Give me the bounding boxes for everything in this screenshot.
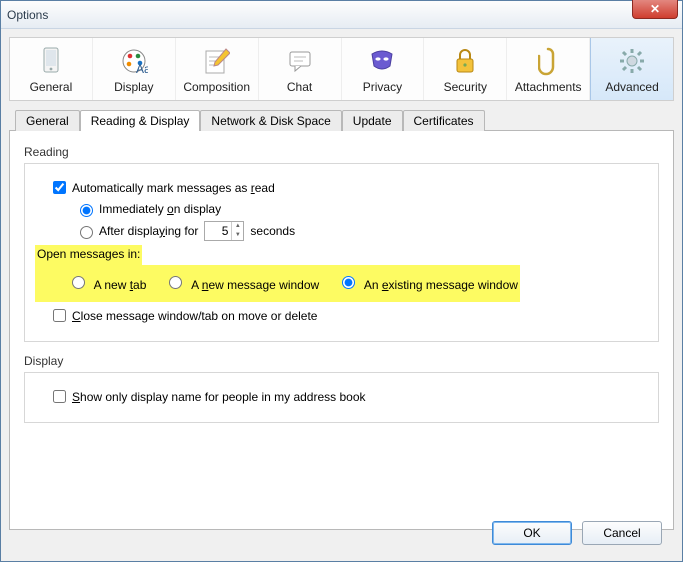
phone-icon (14, 46, 88, 76)
category-label: Advanced (595, 80, 669, 94)
reading-group-label: Reading (24, 145, 659, 159)
category-toolbar: General Aa Display Composition Chat Privacy Se… (9, 37, 674, 101)
immediate-label: Immediately on display (99, 202, 221, 216)
close-button[interactable]: ✕ (632, 0, 678, 19)
category-label: General (14, 80, 88, 94)
category-chat[interactable]: Chat (259, 38, 342, 100)
category-label: Composition (180, 80, 254, 94)
open-new-tab-radio[interactable] (72, 276, 85, 289)
show-only-name-label: Show only display name for people in my … (72, 390, 366, 404)
open-new-tab: A new tab (67, 273, 146, 292)
category-display[interactable]: Aa Display (93, 38, 176, 100)
tab-update[interactable]: Update (342, 110, 403, 131)
cancel-button[interactable]: Cancel (582, 521, 662, 545)
clip-icon (511, 46, 585, 76)
tab-network-disk-space[interactable]: Network & Disk Space (200, 110, 341, 131)
category-security[interactable]: Security (424, 38, 507, 100)
display-group-label: Display (24, 354, 659, 368)
tab-panel-reading-display: Reading Automatically mark messages as r… (9, 130, 674, 530)
open-messages-label-row: Open messages in: (35, 245, 648, 265)
tab-general[interactable]: General (15, 110, 80, 131)
mask-icon (346, 46, 420, 76)
category-label: Security (428, 80, 502, 94)
tab-strip: GeneralReading & DisplayNetwork & Disk S… (9, 109, 674, 130)
ok-button[interactable]: OK (492, 521, 572, 545)
seconds-unit: seconds (250, 224, 295, 238)
category-attachments[interactable]: Attachments (507, 38, 590, 100)
display-group: Show only display name for people in my … (24, 372, 659, 423)
chat-icon (263, 46, 337, 76)
open-new-window: A new message window (164, 273, 319, 292)
reading-group: Automatically mark messages as read Imme… (24, 163, 659, 342)
immediate-row: Immediately on display (75, 201, 648, 217)
immediate-radio[interactable] (80, 204, 93, 217)
category-privacy[interactable]: Privacy (342, 38, 425, 100)
open-existing-window: An existing message window (337, 273, 518, 292)
client-area: General Aa Display Composition Chat Privacy Se… (1, 29, 682, 538)
close-on-move-label: Close message window/tab on move or dele… (72, 309, 317, 323)
category-label: Attachments (511, 80, 585, 94)
seconds-spinner[interactable]: ▲▼ (204, 221, 244, 241)
titlebar: Options ✕ (1, 1, 682, 29)
category-advanced[interactable]: Advanced (590, 38, 673, 100)
after-row: After displaying for ▲▼ seconds (75, 221, 648, 241)
show-only-name-checkbox[interactable] (53, 390, 66, 403)
category-composition[interactable]: Composition (176, 38, 259, 100)
category-label: Privacy (346, 80, 420, 94)
category-label: Chat (263, 80, 337, 94)
lock-icon (428, 46, 502, 76)
tab-reading-display[interactable]: Reading & Display (80, 110, 201, 131)
window-title: Options (7, 8, 48, 22)
close-on-move-checkbox[interactable] (53, 309, 66, 322)
seconds-input[interactable] (205, 222, 231, 240)
after-radio[interactable] (80, 226, 93, 239)
show-only-name-row: Show only display name for people in my … (49, 387, 648, 406)
button-bar: OK Cancel (492, 521, 662, 545)
close-icon: ✕ (650, 2, 660, 16)
auto-mark-checkbox[interactable] (53, 181, 66, 194)
auto-mark-label: Automatically mark messages as read (72, 181, 275, 195)
after-label: After displaying for (99, 224, 198, 238)
open-messages-label: Open messages in: (35, 245, 142, 265)
gear-icon (595, 46, 669, 76)
compose-icon (180, 46, 254, 76)
auto-mark-row: Automatically mark messages as read (49, 178, 648, 197)
tab-certificates[interactable]: Certificates (403, 110, 485, 131)
svg-text:Aa: Aa (136, 62, 148, 75)
category-general[interactable]: General (10, 38, 93, 100)
open-new-window-radio[interactable] (169, 276, 182, 289)
open-options-row: A new tab A new message window An existi… (67, 273, 518, 292)
palette-icon: Aa (97, 46, 171, 76)
open-options-row-wrap: A new tab A new message window An existi… (35, 265, 648, 302)
category-label: Display (97, 80, 171, 94)
open-existing-window-radio[interactable] (342, 276, 355, 289)
spinner-arrows[interactable]: ▲▼ (231, 222, 243, 240)
close-on-move-row: Close message window/tab on move or dele… (49, 306, 648, 325)
options-window: Options ✕ General Aa Display Composition Cha… (0, 0, 683, 562)
